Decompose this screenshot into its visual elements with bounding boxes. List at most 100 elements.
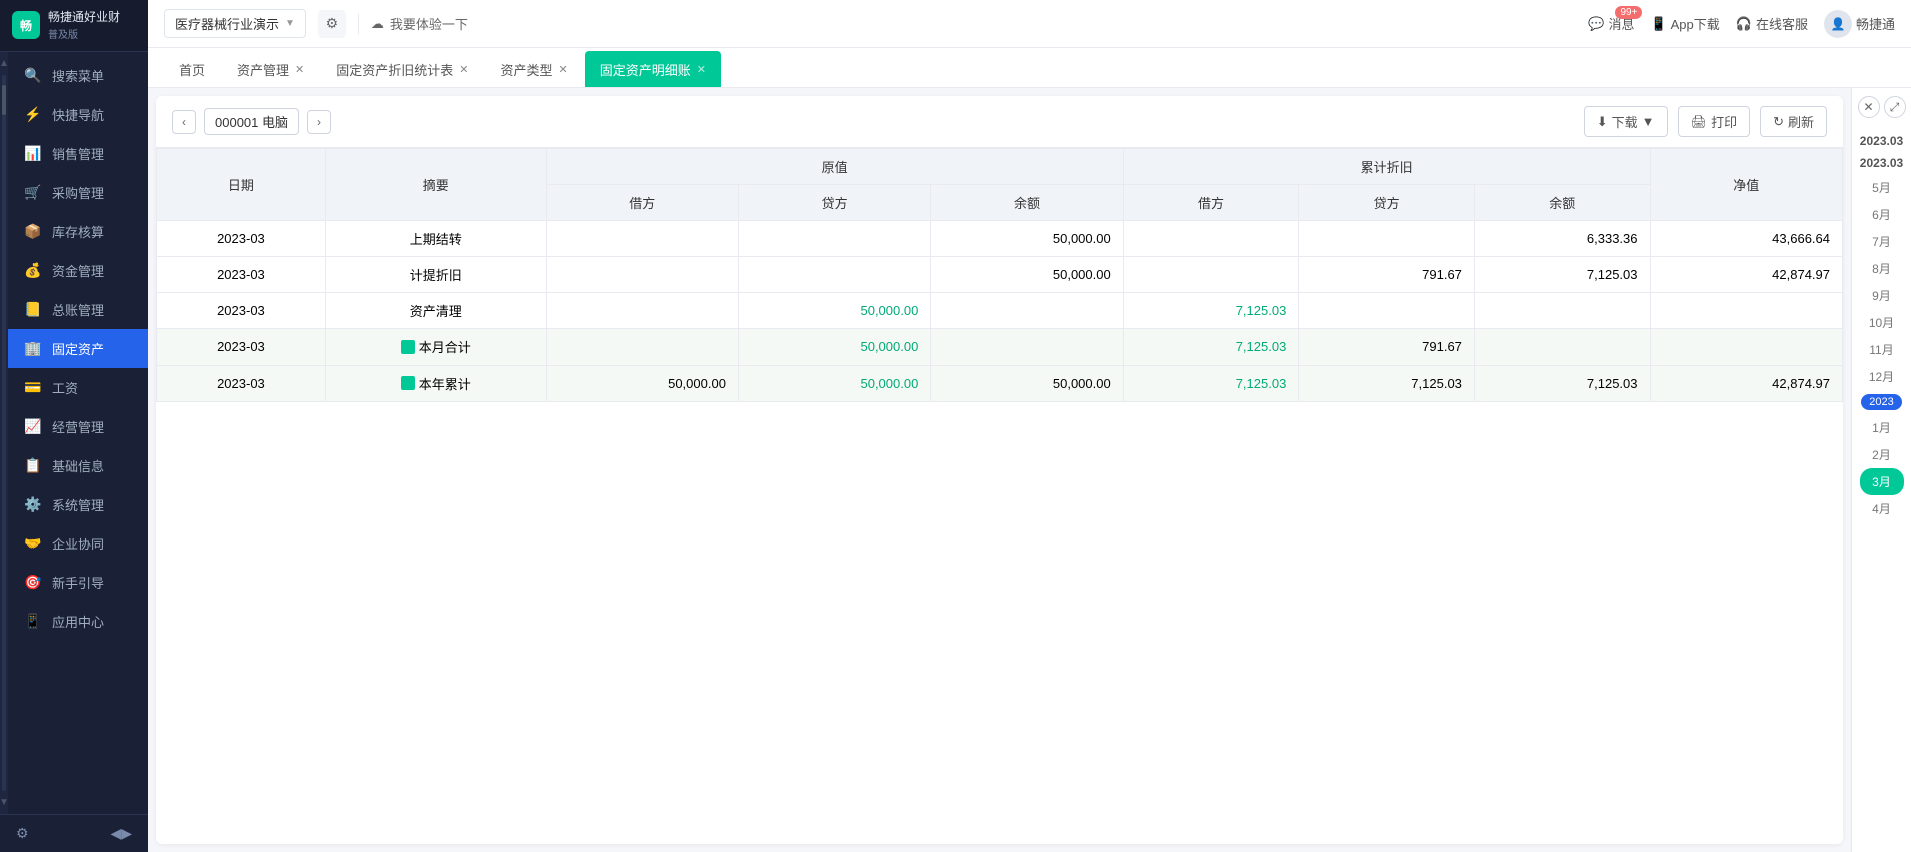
timeline-month-12月[interactable]: 12月 [1860,363,1904,390]
company-name: 医疗器械行业演示 [175,14,279,33]
sidebar-item-label: 应用中心 [52,612,104,631]
sidebar-item-guide[interactable]: 🎯 新手引导 [8,563,148,602]
tab-close-icon[interactable]: ✕ [697,63,706,76]
cell-date: 2023-03 [157,221,326,257]
col-group-leiji: 累计折旧 [1123,149,1650,185]
timeline-month-2023-4月[interactable]: 4月 [1860,495,1904,522]
cell-net-value: 43,666.64 [1650,221,1843,257]
purchase-icon: 🛒 [24,184,42,201]
timeline-month-7月[interactable]: 7月 [1860,228,1904,255]
sidebar-footer: ⚙ ◀▶ [0,814,148,852]
scroll-thumb [2,85,6,115]
tab-asset-detail[interactable]: 固定资产明细账 ✕ [585,51,721,87]
settings-icon[interactable]: ⚙ [16,825,29,842]
app-download-button[interactable]: 📱 App下载 [1650,14,1719,33]
finance-icon: 💰 [24,262,42,279]
col-group-yuanzhi: 原值 [546,149,1123,185]
ledger-icon: 📒 [24,301,42,318]
timeline-close-button[interactable]: ✕ [1858,96,1880,118]
sidebar-item-finance[interactable]: 💰 资金管理 [8,251,148,290]
cell-yz-credit: 50,000.00 [738,329,930,366]
sidebar-item-fixed-assets[interactable]: 🏢 固定资产 [8,329,148,368]
tab-label: 固定资产明细账 [600,60,691,79]
timeline-expand-button[interactable]: ⤢ [1884,96,1906,118]
sidebar-item-quick-nav[interactable]: ⚡ 快捷导航 [8,95,148,134]
sidebar-item-ledger[interactable]: 📒 总账管理 [8,290,148,329]
timeline-month-2023-2月[interactable]: 2月 [1860,441,1904,468]
sidebar-item-label: 基础信息 [52,456,104,475]
col-date: 日期 [157,149,326,221]
user-menu[interactable]: 👤 畅捷通 [1824,10,1895,38]
enterprise-icon: 🤝 [24,535,42,552]
sidebar-item-operations[interactable]: 📈 经营管理 [8,407,148,446]
sidebar-item-label: 工资 [52,378,78,397]
tab-close-icon[interactable]: ✕ [559,63,568,76]
print-button[interactable]: 🖨 打印 [1678,106,1751,137]
sidebar-item-search[interactable]: 🔍 搜索菜单 [8,56,148,95]
asset-label: 000001 电脑 [204,108,299,135]
refresh-button[interactable]: ↻ 刷新 [1760,106,1827,137]
cell-yz-debit [546,329,738,366]
company-selector[interactable]: 医疗器械行业演示 ▼ [164,9,306,38]
main-panel: ‹ 000001 电脑 › ⬇ 下载 ▼ 🖨 打印 ↻ [156,96,1843,844]
timeline-year-badge: 2023 [1861,394,1901,410]
sidebar-item-label: 搜索菜单 [52,66,104,85]
tab-home[interactable]: 首页 [164,51,220,87]
download-button[interactable]: ⬇ 下载 ▼ [1584,106,1668,137]
tab-depreciation-stats[interactable]: 固定资产折旧统计表 ✕ [321,51,483,87]
message-button[interactable]: 💬 消息 99+ [1588,14,1634,33]
cell-lj-debit: 7,125.03 [1123,365,1299,402]
cell-lj-balance: 7,125.03 [1474,365,1650,402]
sidebar-item-enterprise[interactable]: 🤝 企业协同 [8,524,148,563]
col-yz-balance: 余额 [931,185,1123,221]
panel-header: ‹ 000001 电脑 › ⬇ 下载 ▼ 🖨 打印 ↻ [156,96,1843,148]
timeline-month-5月[interactable]: 5月 [1860,174,1904,201]
sidebar-item-system[interactable]: ⚙️ 系统管理 [8,485,148,524]
system-icon: ⚙️ [24,496,42,513]
col-netvalue: 净值 [1650,149,1843,221]
timeline-month-2023-1月[interactable]: 1月 [1860,414,1904,441]
tab-label: 固定资产折旧统计表 [336,60,453,79]
sidebar-item-salary[interactable]: 💳 工资 [8,368,148,407]
tab-close-icon[interactable]: ✕ [459,63,468,76]
cell-lj-credit: 7,125.03 [1299,365,1475,402]
collapse-icon[interactable]: ◀▶ [110,825,132,842]
experience-button[interactable]: ☁ 我要体验一下 [371,14,468,33]
sidebar-item-sales[interactable]: 📊 销售管理 [8,134,148,173]
tabs-bar: 首页资产管理✕固定资产折旧统计表✕资产类型✕固定资产明细账✕ [148,48,1911,88]
panel-actions: ⬇ 下载 ▼ 🖨 打印 ↻ 刷新 [1584,106,1827,137]
cell-yz-credit [738,221,930,257]
timeline-month-8月[interactable]: 8月 [1860,255,1904,282]
sidebar-nav: 🔍 搜索菜单 ⚡ 快捷导航 📊 销售管理 🛒 采购管理 📦 库存核算 💰 资金管… [8,52,148,814]
green-box-icon [401,340,415,354]
table-row: 2023-03 上期结转 50,000.00 6,333.36 43,666.6… [157,221,1843,257]
customer-service-button[interactable]: 🎧 在线客服 [1736,14,1808,33]
timeline-month-9月[interactable]: 9月 [1860,282,1904,309]
app-center-icon: 📱 [24,613,42,630]
sidebar-item-purchase[interactable]: 🛒 采购管理 [8,173,148,212]
tab-asset-mgmt[interactable]: 资产管理✕ [222,51,319,87]
tab-asset-type[interactable]: 资产类型✕ [485,51,582,87]
tab-close-icon[interactable]: ✕ [295,63,304,76]
timeline-month-2023-3月[interactable]: 3月 [1860,468,1904,495]
sidebar-item-inventory[interactable]: 📦 库存核算 [8,212,148,251]
tab-label: 首页 [179,60,205,79]
cell-yz-debit [546,293,738,329]
timeline-month-11月[interactable]: 11月 [1860,336,1904,363]
nav-prev-button[interactable]: ‹ [172,110,196,134]
guide-icon: 🎯 [24,574,42,591]
cell-lj-credit: 791.67 [1299,329,1475,366]
sidebar-item-basic-info[interactable]: 📋 基础信息 [8,446,148,485]
topbar-divider [358,14,359,34]
cell-date: 2023-03 [157,329,326,366]
cell-yz-debit [546,257,738,293]
cell-summary: 本年累计 [325,365,546,402]
settings-button[interactable]: ⚙ [318,10,346,38]
sidebar-item-app-center[interactable]: 📱 应用中心 [8,602,148,641]
timeline-month-6月[interactable]: 6月 [1860,201,1904,228]
nav-next-button[interactable]: › [307,110,331,134]
col-lj-credit: 贷方 [1299,185,1475,221]
download-chevron-icon: ▼ [1642,114,1655,129]
timeline-month-10月[interactable]: 10月 [1860,309,1904,336]
inventory-icon: 📦 [24,223,42,240]
